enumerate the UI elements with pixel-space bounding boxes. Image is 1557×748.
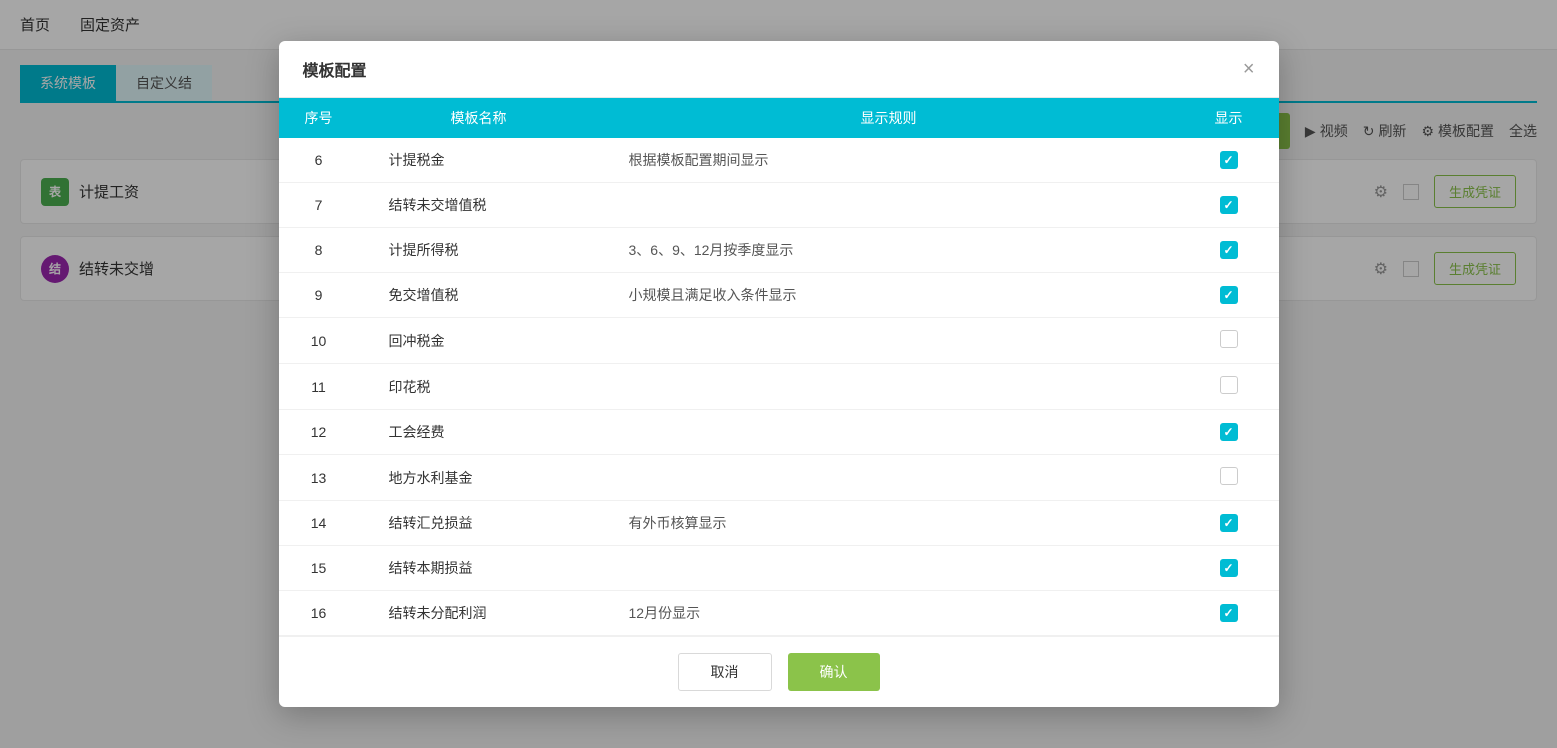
table-row: 14结转汇兑损益有外币核算显示 — [279, 501, 1279, 546]
cell-checkbox — [1179, 138, 1279, 183]
confirm-button[interactable]: 确认 — [788, 653, 880, 691]
checkbox-checked[interactable] — [1220, 423, 1238, 441]
cell-seq: 15 — [279, 546, 359, 591]
cell-checkbox — [1179, 318, 1279, 364]
cancel-button[interactable]: 取消 — [678, 653, 772, 691]
cell-seq: 13 — [279, 455, 359, 501]
checkbox-unchecked[interactable] — [1220, 467, 1238, 485]
checkbox-checked[interactable] — [1220, 514, 1238, 532]
cell-checkbox — [1179, 455, 1279, 501]
cell-rule — [599, 455, 1179, 501]
cell-seq: 6 — [279, 138, 359, 183]
checkbox-unchecked[interactable] — [1220, 376, 1238, 394]
cell-rule — [599, 410, 1179, 455]
modal-body: 序号 模板名称 显示规则 显示 6计提税金根据模板配置期间显示7结转未交增值税8… — [279, 98, 1279, 636]
config-table: 序号 模板名称 显示规则 显示 6计提税金根据模板配置期间显示7结转未交增值税8… — [279, 98, 1279, 636]
table-row: 9免交增值税小规模且满足收入条件显示 — [279, 273, 1279, 318]
cell-name: 免交增值税 — [359, 273, 599, 318]
modal-title: 模板配置 — [303, 57, 367, 81]
cell-checkbox — [1179, 591, 1279, 636]
modal-header: 模板配置 × — [279, 41, 1279, 98]
cell-checkbox — [1179, 546, 1279, 591]
table-row: 15结转本期损益 — [279, 546, 1279, 591]
cell-name: 地方水利基金 — [359, 455, 599, 501]
table-row: 13地方水利基金 — [279, 455, 1279, 501]
cell-name: 结转未分配利润 — [359, 591, 599, 636]
cell-rule — [599, 318, 1179, 364]
col-name: 模板名称 — [359, 98, 599, 138]
cell-checkbox — [1179, 183, 1279, 228]
cell-checkbox — [1179, 273, 1279, 318]
modal-close-button[interactable]: × — [1243, 59, 1255, 79]
cell-checkbox — [1179, 228, 1279, 273]
cell-name: 计提所得税 — [359, 228, 599, 273]
modal-footer: 取消 确认 — [279, 636, 1279, 707]
cell-rule — [599, 364, 1179, 410]
col-rule: 显示规则 — [599, 98, 1179, 138]
col-seq: 序号 — [279, 98, 359, 138]
table-row: 16结转未分配利润12月份显示 — [279, 591, 1279, 636]
modal-overlay: 模板配置 × 序号 模板名称 显示规则 显示 6计提税金根据模板配置期间显示7结… — [0, 0, 1557, 748]
cell-checkbox — [1179, 364, 1279, 410]
cell-rule — [599, 183, 1179, 228]
cell-seq: 16 — [279, 591, 359, 636]
cell-name: 工会经费 — [359, 410, 599, 455]
cell-seq: 8 — [279, 228, 359, 273]
table-row: 7结转未交增值税 — [279, 183, 1279, 228]
cell-seq: 11 — [279, 364, 359, 410]
cell-seq: 9 — [279, 273, 359, 318]
checkbox-checked[interactable] — [1220, 286, 1238, 304]
checkbox-unchecked[interactable] — [1220, 330, 1238, 348]
table-row: 6计提税金根据模板配置期间显示 — [279, 138, 1279, 183]
cell-seq: 14 — [279, 501, 359, 546]
cell-name: 结转未交增值税 — [359, 183, 599, 228]
checkbox-checked[interactable] — [1220, 151, 1238, 169]
cell-seq: 7 — [279, 183, 359, 228]
table-header-row: 序号 模板名称 显示规则 显示 — [279, 98, 1279, 138]
checkbox-checked[interactable] — [1220, 196, 1238, 214]
cell-name: 结转本期损益 — [359, 546, 599, 591]
cell-seq: 12 — [279, 410, 359, 455]
cell-checkbox — [1179, 501, 1279, 546]
table-row: 12工会经费 — [279, 410, 1279, 455]
checkbox-checked[interactable] — [1220, 241, 1238, 259]
cell-name: 计提税金 — [359, 138, 599, 183]
cell-rule — [599, 546, 1179, 591]
col-display: 显示 — [1179, 98, 1279, 138]
cell-rule: 12月份显示 — [599, 591, 1179, 636]
table-body: 6计提税金根据模板配置期间显示7结转未交增值税8计提所得税3、6、9、12月按季… — [279, 138, 1279, 636]
cell-rule: 3、6、9、12月按季度显示 — [599, 228, 1179, 273]
cell-name: 结转汇兑损益 — [359, 501, 599, 546]
cell-rule: 根据模板配置期间显示 — [599, 138, 1179, 183]
cell-checkbox — [1179, 410, 1279, 455]
cell-name: 印花税 — [359, 364, 599, 410]
checkbox-checked[interactable] — [1220, 604, 1238, 622]
cell-seq: 10 — [279, 318, 359, 364]
table-row: 11印花税 — [279, 364, 1279, 410]
table-row: 10回冲税金 — [279, 318, 1279, 364]
table-row: 8计提所得税3、6、9、12月按季度显示 — [279, 228, 1279, 273]
cell-name: 回冲税金 — [359, 318, 599, 364]
modal-template-config: 模板配置 × 序号 模板名称 显示规则 显示 6计提税金根据模板配置期间显示7结… — [279, 41, 1279, 707]
cell-rule: 小规模且满足收入条件显示 — [599, 273, 1179, 318]
checkbox-checked[interactable] — [1220, 559, 1238, 577]
cell-rule: 有外币核算显示 — [599, 501, 1179, 546]
